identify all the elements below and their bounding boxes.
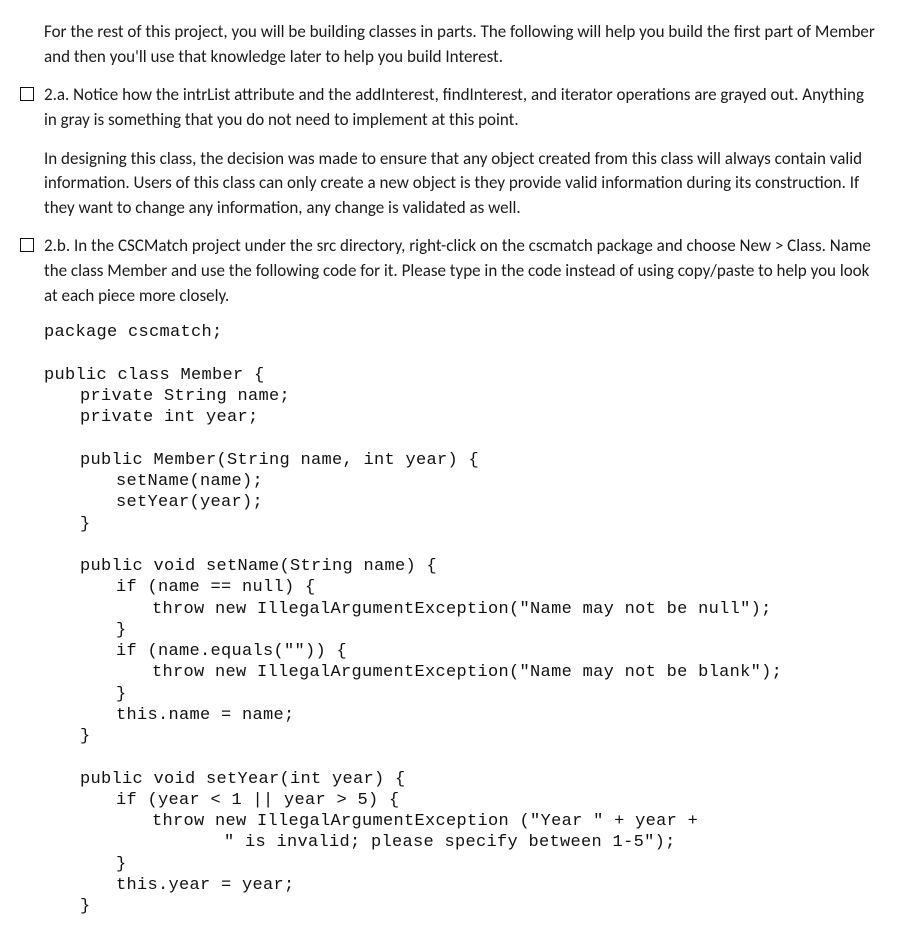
task-2b: 2.b. In the CSCMatch project under the s… (20, 234, 878, 917)
intro-paragraph: For the rest of this project, you will b… (44, 20, 878, 69)
code-line: } (80, 897, 91, 916)
code-line: setName(name); (116, 472, 263, 491)
code-line: if (name.equals("")) { (116, 642, 347, 661)
code-line: package cscmatch; (44, 323, 223, 342)
code-line: public void setYear(int year) { (80, 770, 406, 789)
task-2a-p2: In designing this class, the decision wa… (44, 147, 878, 221)
code-line: if (name == null) { (116, 578, 316, 597)
code-line: " is invalid; please specify between 1-5… (224, 833, 676, 852)
code-line: throw new IllegalArgumentException ("Yea… (152, 812, 698, 831)
code-line: public void setName(String name) { (80, 557, 437, 576)
task-2a-p1: 2.a. Notice how the intrList attribute a… (44, 83, 878, 132)
code-line: } (80, 515, 91, 534)
code-line: this.year = year; (116, 876, 295, 895)
task-2a-body: 2.a. Notice how the intrList attribute a… (44, 83, 878, 220)
code-line: setYear(year); (116, 493, 263, 512)
code-line: if (year < 1 || year > 5) { (116, 791, 400, 810)
checkbox-2a[interactable] (20, 87, 34, 101)
code-line: private int year; (80, 408, 259, 427)
intro-text: For the rest of this project, you will b… (44, 20, 878, 69)
task-2b-body: 2.b. In the CSCMatch project under the s… (44, 234, 878, 917)
code-line: this.name = name; (116, 706, 295, 725)
code-line: throw new IllegalArgumentException("Name… (152, 600, 772, 619)
task-2b-p1: 2.b. In the CSCMatch project under the s… (44, 234, 878, 308)
code-line: } (80, 727, 91, 746)
code-line: } (116, 685, 127, 704)
code-line: private String name; (80, 387, 290, 406)
code-line: } (116, 855, 127, 874)
code-line: } (116, 621, 127, 640)
task-2a: 2.a. Notice how the intrList attribute a… (20, 83, 878, 220)
code-line: public Member(String name, int year) { (80, 451, 479, 470)
code-line: public class Member { (44, 366, 265, 385)
checkbox-2b[interactable] (20, 238, 34, 252)
code-line: throw new IllegalArgumentException("Name… (152, 663, 782, 682)
code-block: package cscmatch; public class Member { … (44, 322, 878, 917)
